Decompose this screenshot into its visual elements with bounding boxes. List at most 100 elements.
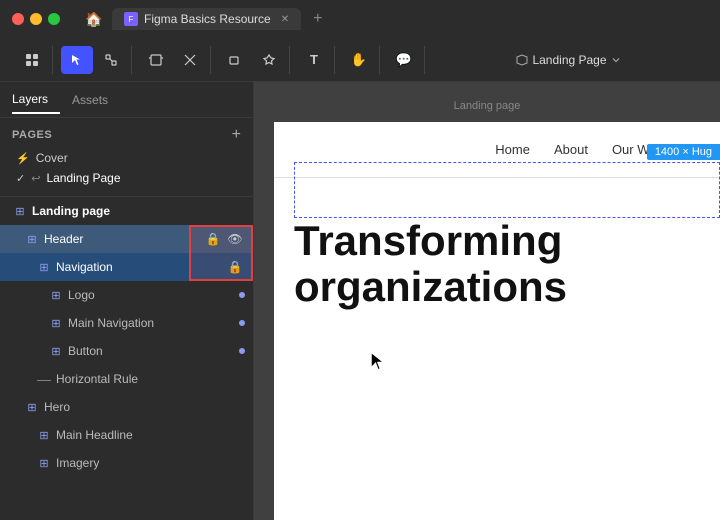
hr-layer-label: Horizontal Rule <box>56 372 245 386</box>
navigation-layer-label: Navigation <box>56 260 225 274</box>
toolbar-center: Landing Page <box>429 49 708 71</box>
navigation-layer-icon: ⊞ <box>36 259 52 275</box>
main-menu-button[interactable] <box>16 46 48 74</box>
hero-line1: Transforming <box>294 217 562 264</box>
tab-layers[interactable]: Layers <box>12 86 60 114</box>
layer-navigation[interactable]: ⊞ Navigation 🔒 <box>0 253 253 281</box>
headline-layer-icon: ⊞ <box>36 427 52 443</box>
hr-layer-icon: — <box>36 371 52 387</box>
layers-section: ⊞ Landing page ⊞ Header 🔒 👁 ⊞ Navigation <box>0 197 253 520</box>
landing-page-layer-icon: ⊞ <box>12 203 28 219</box>
hero-layer-label: Hero <box>44 400 245 414</box>
page-item-cover[interactable]: ⚡ Cover <box>12 148 241 168</box>
layer-main-navigation[interactable]: ⊞ Main Navigation <box>0 309 253 337</box>
navigation-layer-actions: 🔒 <box>225 257 245 277</box>
pages-header: Pages + <box>12 126 241 144</box>
sidebar: Layers Assets Pages + ⚡ Cover ✓ ↩ Landin… <box>0 82 254 520</box>
logo-dot <box>239 292 245 298</box>
tool-group-main <box>12 46 53 74</box>
landing-page-icon: ↩ <box>31 172 40 185</box>
add-page-button[interactable]: + <box>232 126 241 144</box>
breadcrumb-label: Landing Page <box>532 53 606 67</box>
layer-button[interactable]: ⊞ Button <box>0 337 253 365</box>
tab-assets[interactable]: Assets <box>72 87 120 113</box>
active-tab[interactable]: F Figma Basics Resource ✕ <box>112 8 301 30</box>
tab-label: Figma Basics Resource <box>144 12 271 26</box>
pen-tool-button[interactable] <box>253 46 285 74</box>
shape-tool-button[interactable] <box>219 46 251 74</box>
logo-layer-label: Logo <box>68 288 235 302</box>
page-check-icon: ✓ <box>16 172 25 185</box>
cover-page-icon: ⚡ <box>16 152 30 165</box>
cover-page-label: Cover <box>36 151 68 165</box>
tool-group-frame <box>136 46 211 74</box>
breadcrumb-icon <box>516 54 528 66</box>
breadcrumb-button[interactable]: Landing Page <box>506 49 630 71</box>
sidebar-tab-bar: Layers Assets <box>0 82 253 118</box>
toolbar: T ✋ 💬 Landing Page <box>0 38 720 82</box>
button-dot <box>239 348 245 354</box>
home-tab-icon[interactable]: 🏠 <box>80 7 108 31</box>
layer-logo[interactable]: ⊞ Logo <box>0 281 253 309</box>
comment-tool-button[interactable]: 💬 <box>388 46 420 74</box>
layer-landing-page[interactable]: ⊞ Landing page <box>0 197 253 225</box>
main-area: Layers Assets Pages + ⚡ Cover ✓ ↩ Landin… <box>0 82 720 520</box>
hero-layer-icon: ⊞ <box>24 399 40 415</box>
move-tool-button[interactable] <box>61 46 93 74</box>
slice-tool-button[interactable] <box>174 46 206 74</box>
close-tab-button[interactable]: ✕ <box>281 14 289 25</box>
hero-line2: organizations <box>294 263 567 310</box>
nav-item-home: Home <box>495 142 530 157</box>
tool-group-hand: ✋ <box>339 46 380 74</box>
window-controls <box>12 13 60 25</box>
figma-icon: F <box>124 12 138 26</box>
close-button[interactable] <box>12 13 24 25</box>
hand-tool-button[interactable]: ✋ <box>343 46 375 74</box>
chevron-down-icon <box>611 55 621 65</box>
title-bar: 🏠 F Figma Basics Resource ✕ + <box>0 0 720 38</box>
layer-header[interactable]: ⊞ Header 🔒 👁 <box>0 225 253 253</box>
logo-layer-icon: ⊞ <box>48 287 64 303</box>
frame-label: Landing page <box>454 100 521 112</box>
layer-horizontal-rule[interactable]: — Horizontal Rule <box>0 365 253 393</box>
new-tab-button[interactable]: + <box>305 10 330 28</box>
pages-section: Pages + ⚡ Cover ✓ ↩ Landing Page <box>0 118 253 197</box>
minimize-button[interactable] <box>30 13 42 25</box>
page-item-landing[interactable]: ✓ ↩ Landing Page <box>12 168 241 188</box>
main-nav-layer-label: Main Navigation <box>68 316 235 330</box>
header-layer-icon: ⊞ <box>24 231 40 247</box>
tool-group-comment: 💬 <box>384 46 425 74</box>
button-layer-label: Button <box>68 344 235 358</box>
pages-title: Pages <box>12 129 52 141</box>
preview-hero: Transforming organizations <box>274 178 720 330</box>
canvas[interactable]: Landing page Home About Our Work S Trans… <box>254 82 720 520</box>
frame-tool-button[interactable] <box>140 46 172 74</box>
hero-text: Transforming organizations <box>294 218 700 310</box>
navigation-lock-icon[interactable]: 🔒 <box>225 257 245 277</box>
lock-icon[interactable]: 🔒 <box>203 229 223 249</box>
scale-tool-button[interactable] <box>95 46 127 74</box>
layer-hero[interactable]: ⊞ Hero <box>0 393 253 421</box>
imagery-layer-label: Imagery <box>56 456 245 470</box>
headline-layer-label: Main Headline <box>56 428 245 442</box>
tab-bar: 🏠 F Figma Basics Resource ✕ + <box>80 7 330 31</box>
main-nav-dot <box>239 320 245 326</box>
button-layer-icon: ⊞ <box>48 343 64 359</box>
nav-item-about: About <box>554 142 588 157</box>
size-badge: 1400 × Hug <box>647 144 720 160</box>
header-layer-label: Header <box>44 232 203 246</box>
layer-imagery[interactable]: ⊞ Imagery <box>0 449 253 477</box>
eye-icon[interactable]: 👁 <box>225 229 245 249</box>
tool-group-select <box>57 46 132 74</box>
landing-page-label: Landing Page <box>46 171 120 185</box>
tool-group-shape <box>215 46 290 74</box>
landing-page-layer-label: Landing page <box>32 204 245 218</box>
text-tool-button[interactable]: T <box>298 46 330 74</box>
preview-frame: Home About Our Work S Transforming organ… <box>274 122 720 520</box>
header-layer-actions: 🔒 👁 <box>203 229 245 249</box>
layer-main-headline[interactable]: ⊞ Main Headline <box>0 421 253 449</box>
imagery-layer-icon: ⊞ <box>36 455 52 471</box>
maximize-button[interactable] <box>48 13 60 25</box>
main-nav-layer-icon: ⊞ <box>48 315 64 331</box>
tool-group-text: T <box>294 46 335 74</box>
